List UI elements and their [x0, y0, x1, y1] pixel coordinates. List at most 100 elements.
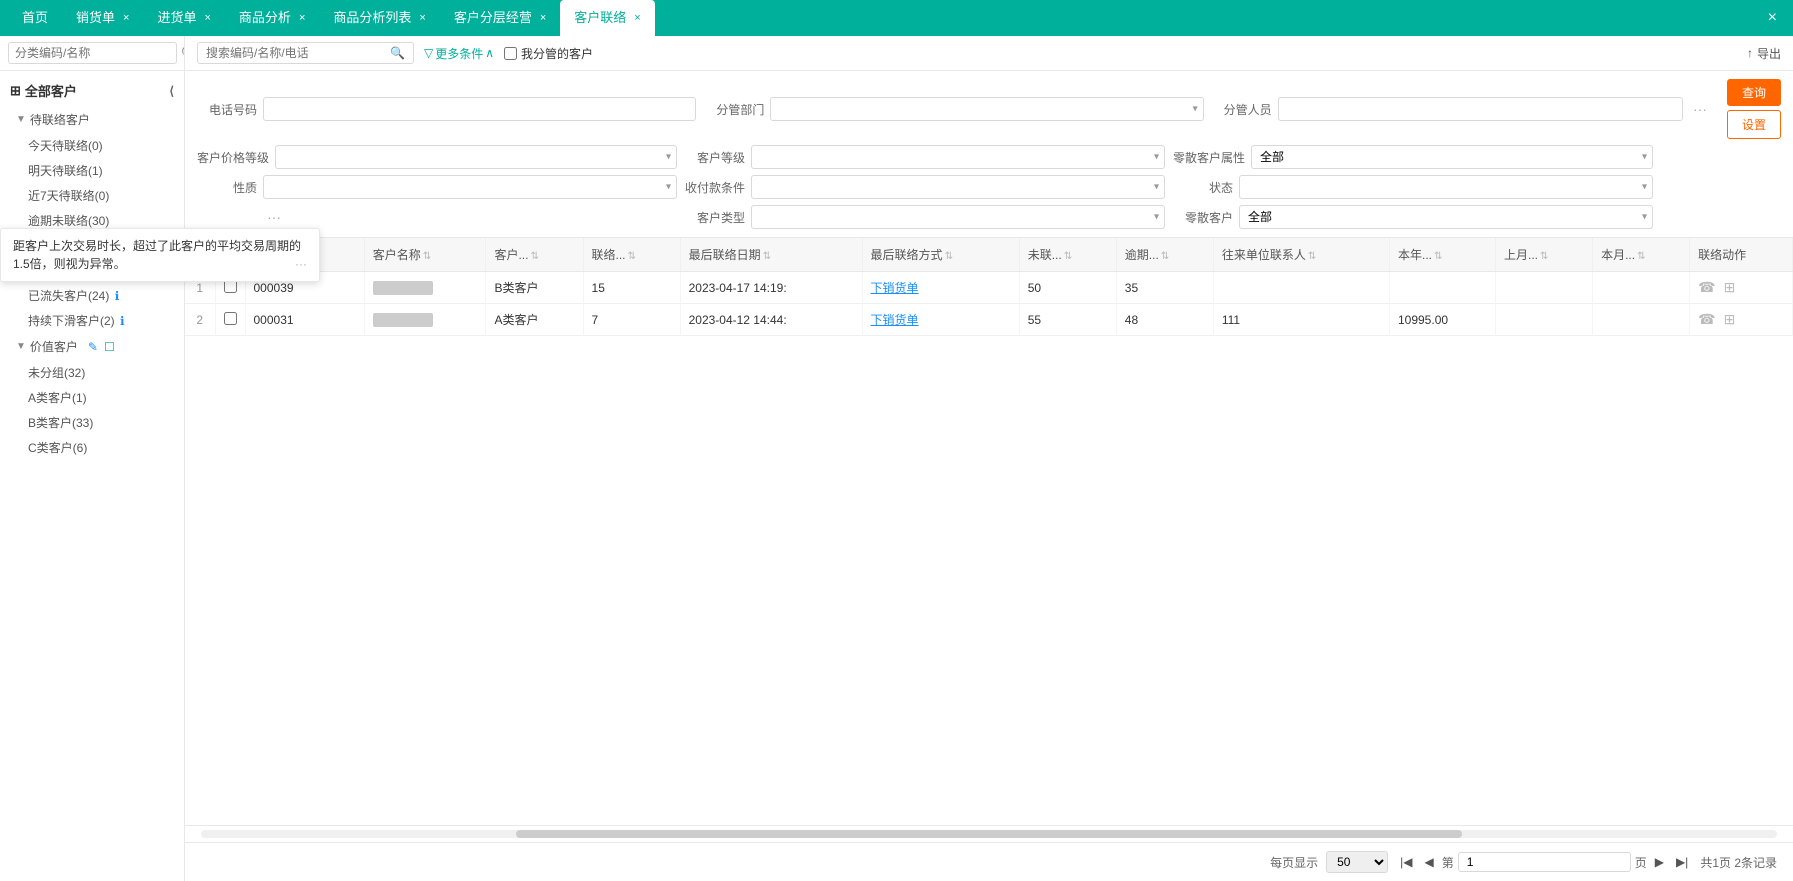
nav-close-product-analysis[interactable]: ×	[299, 0, 305, 36]
triangle-down-icon-2: ▼	[16, 341, 26, 352]
settings-button[interactable]: 设置	[1727, 110, 1781, 139]
sort-tmonth-icon[interactable]: ⇅	[1637, 251, 1645, 262]
nav-close-product-analysis-list[interactable]: ×	[419, 0, 425, 36]
customer-type-select[interactable]	[751, 205, 1165, 229]
price-level-select[interactable]	[275, 145, 677, 169]
sort-year-icon[interactable]: ⇅	[1434, 251, 1442, 262]
sort-name-icon[interactable]: ⇅	[423, 251, 431, 262]
manager-input[interactable]	[1278, 97, 1683, 121]
phone-action-icon-2[interactable]: ☎	[1698, 311, 1715, 328]
phone-action-icon-1[interactable]: ☎	[1698, 279, 1715, 296]
sort-lmonth-icon[interactable]: ⇅	[1540, 251, 1548, 262]
customer-level-select[interactable]	[751, 145, 1165, 169]
action-icons-1: ☎ ⊞	[1698, 279, 1784, 296]
query-button[interactable]: 查询	[1727, 79, 1781, 106]
window-close-button[interactable]: ×	[1760, 9, 1785, 27]
last-page-button[interactable]: ▶|	[1672, 853, 1692, 871]
nav-purchase-order[interactable]: 进货单 ×	[143, 0, 224, 36]
row-customer-type-1: B类客户	[486, 272, 583, 304]
sort-method-icon[interactable]: ⇅	[945, 251, 953, 262]
next-page-button[interactable]: ▶	[1651, 853, 1668, 871]
chevron-up-icon: ∧	[485, 46, 494, 60]
retail-attr-select[interactable]: 全部	[1251, 145, 1653, 169]
dept-select[interactable]	[770, 97, 1203, 121]
filter-cell-manager: 分管人员 ···	[1212, 97, 1711, 121]
sidebar-item-ungroup[interactable]: 未分组(32)	[0, 360, 184, 385]
sort-date-icon[interactable]: ⇅	[763, 251, 771, 262]
row4-more-button[interactable]: ···	[263, 209, 285, 225]
pagination-nav: |◀ ◀ 第 页 ▶ ▶|	[1396, 852, 1692, 872]
value-customer-group[interactable]: ▼ 价值客户 ✎ ☐	[0, 333, 184, 360]
nav-home[interactable]: 首页	[8, 0, 62, 36]
sidebar-item-c-class[interactable]: C类客户(6)	[0, 435, 184, 460]
nav-close-purchase-order[interactable]: ×	[204, 0, 210, 36]
row-num-2: 2	[185, 304, 215, 336]
status-select[interactable]	[1239, 175, 1653, 199]
calendar-action-icon-1[interactable]: ⊞	[1724, 279, 1736, 296]
filter-cell-status: 状态 ▾	[1173, 175, 1653, 199]
more-conditions-button[interactable]: ▽ 更多条件 ∧	[424, 45, 494, 62]
row-select-checkbox-2[interactable]	[224, 312, 237, 325]
nav-close-customer-tier[interactable]: ×	[540, 0, 546, 36]
nav-close-customer-contact[interactable]: ×	[634, 0, 640, 36]
calendar-action-icon-2[interactable]: ⊞	[1724, 311, 1736, 328]
sidebar-search-input[interactable]	[8, 42, 177, 64]
sort-overdue-icon[interactable]: ⇅	[1161, 251, 1169, 262]
last-contact-link-2[interactable]: 下销货单	[871, 313, 919, 327]
retail-customer-select-wrapper: 全部 ▾	[1239, 205, 1653, 229]
row-customer-type-2: A类客户	[486, 304, 583, 336]
horizontal-scrollbar-track[interactable]	[201, 830, 1777, 838]
sidebar-item-lost[interactable]: 已流失客户(24) ℹ	[0, 283, 184, 308]
sidebar-item-declining[interactable]: 持续下滑客户(2) ℹ	[0, 308, 184, 333]
sidebar-item-b-class[interactable]: B类客户(33)	[0, 410, 184, 435]
nav-sales-order[interactable]: 销货单 ×	[62, 0, 143, 36]
my-customers-checkbox-area: 我分管的客户	[504, 45, 593, 62]
data-table: ⚙ 客户编码⇅ 客户名称⇅ 客户...⇅ 联络...⇅ 最后联络日期⇅ 最后联络…	[185, 238, 1793, 336]
all-customers-header[interactable]: ⊞ 全部客户 ⟨	[0, 75, 184, 106]
edit-icon[interactable]: ✎	[88, 340, 98, 354]
sort-unit-icon[interactable]: ⇅	[1308, 251, 1316, 262]
nav-customer-contact[interactable]: 客户联络 ×	[560, 0, 654, 36]
customer-type-select-wrapper: ▾	[751, 205, 1165, 229]
row-action-2: ☎ ⊞	[1690, 304, 1793, 336]
my-customers-checkbox[interactable]	[504, 47, 517, 60]
sidebar-item-7day-pending[interactable]: 近7天待联络(0)	[0, 183, 184, 208]
gender-select[interactable]	[263, 175, 677, 199]
sort-ctype-icon[interactable]: ⇅	[530, 251, 538, 262]
add-icon[interactable]: ☐	[104, 340, 115, 354]
customer-level-select-wrapper: ▾	[751, 145, 1165, 169]
row-last-contact-method-1[interactable]: 下销货单	[862, 272, 1019, 304]
first-page-button[interactable]: |◀	[1396, 853, 1416, 871]
horizontal-scrollbar-thumb[interactable]	[516, 830, 1462, 838]
filter-cell-retail-customer: 零散客户 全部 ▾	[1173, 205, 1653, 229]
row-last-contact-method-2[interactable]: 下销货单	[862, 304, 1019, 336]
table-scroll[interactable]: ⚙ 客户编码⇅ 客户名称⇅ 客户...⇅ 联络...⇅ 最后联络日期⇅ 最后联络…	[185, 238, 1793, 825]
nav-product-analysis-list[interactable]: 商品分析列表 ×	[319, 0, 439, 36]
triangle-down-icon: ▼	[16, 114, 26, 125]
sort-unreached-icon[interactable]: ⇅	[1064, 251, 1072, 262]
grid-icon: ⊞	[10, 83, 21, 99]
prev-page-button[interactable]: ◀	[1420, 853, 1437, 871]
sidebar-item-today-pending[interactable]: 今天待联络(0)	[0, 133, 184, 158]
row-last-contact-date-1: 2023-04-17 14:19:	[680, 272, 862, 304]
col-this-year: 本年...⇅	[1389, 238, 1495, 272]
nav-close-sales-order[interactable]: ×	[123, 0, 129, 36]
row-checkbox-2[interactable]	[215, 304, 245, 336]
nav-customer-tier[interactable]: 客户分层经营 ×	[440, 0, 560, 36]
sidebar-item-a-class[interactable]: A类客户(1)	[0, 385, 184, 410]
export-button[interactable]: ↑ 导出	[1747, 45, 1781, 62]
per-page-select[interactable]: 50	[1326, 851, 1388, 873]
manager-more-button[interactable]: ···	[1689, 101, 1711, 117]
sidebar-item-tomorrow-pending[interactable]: 明天待联络(1)	[0, 158, 184, 183]
payment-select[interactable]	[751, 175, 1165, 199]
pending-contact-group[interactable]: ▼ 待联络客户	[0, 106, 184, 133]
retail-customer-select[interactable]: 全部	[1239, 205, 1653, 229]
last-contact-link-1[interactable]: 下销货单	[871, 281, 919, 295]
row-unit-contact-1	[1213, 272, 1389, 304]
page-number-input[interactable]	[1458, 852, 1631, 872]
sort-contact-icon[interactable]: ⇅	[628, 251, 636, 262]
search-icon[interactable]: 🔍	[390, 46, 405, 60]
phone-input[interactable]	[263, 97, 696, 121]
nav-product-analysis[interactable]: 商品分析 ×	[225, 0, 319, 36]
search-input[interactable]	[206, 46, 386, 60]
